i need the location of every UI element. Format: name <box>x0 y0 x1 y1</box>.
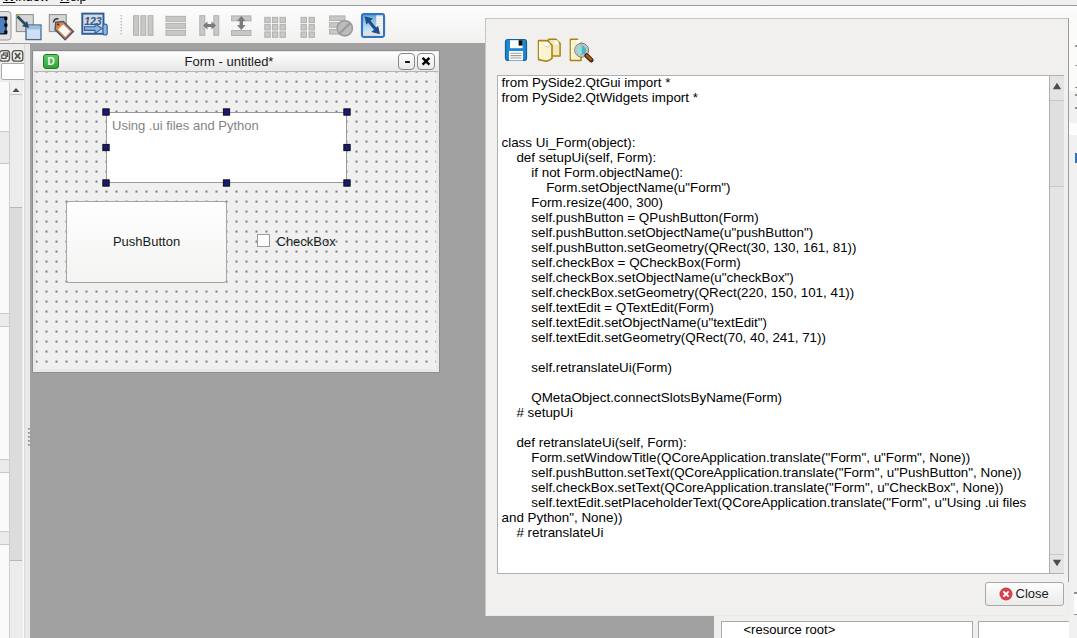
svg-text:123: 123 <box>84 15 102 27</box>
